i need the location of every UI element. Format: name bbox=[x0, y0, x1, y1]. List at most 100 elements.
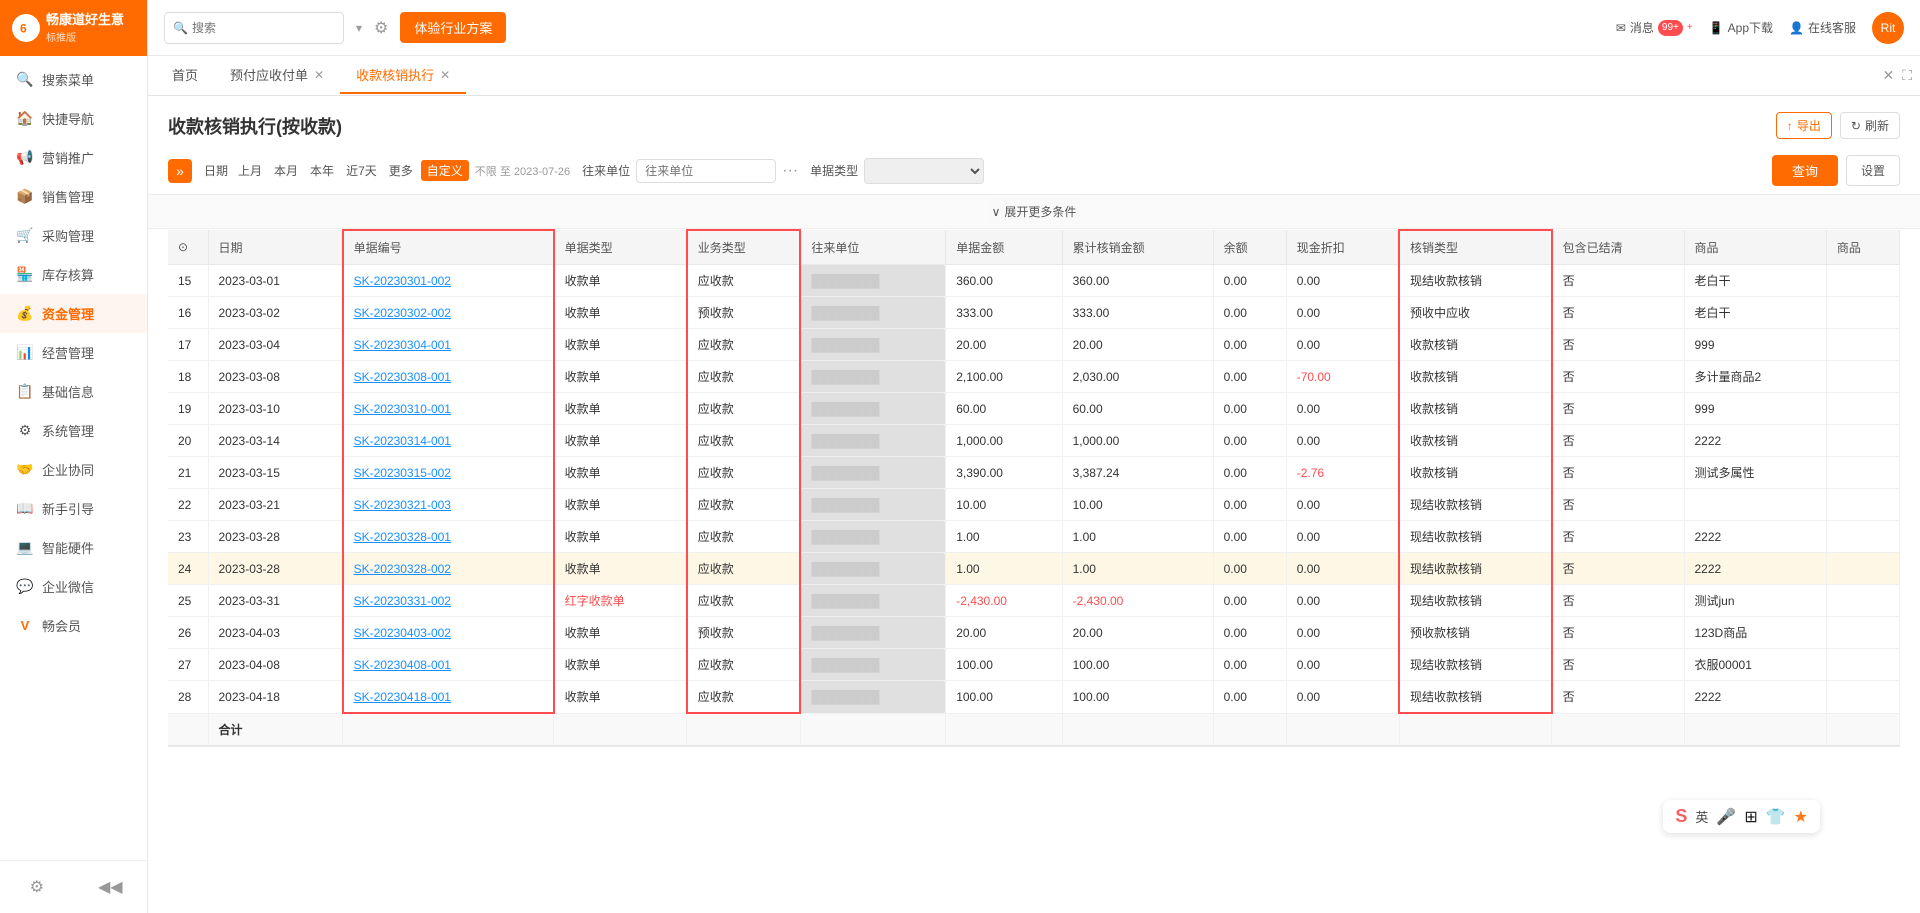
query-button[interactable]: 查询 bbox=[1772, 155, 1838, 186]
table-cell: 0.00 bbox=[1213, 617, 1286, 649]
online-service-button[interactable]: 👤 在线客服 bbox=[1789, 19, 1856, 36]
bill-no-link[interactable]: SK-20230328-002 bbox=[354, 562, 451, 576]
table-cell[interactable]: SK-20230308-001 bbox=[343, 361, 554, 393]
last-7-days-button[interactable]: 近7天 bbox=[342, 160, 381, 181]
sidebar-item-system[interactable]: ⚙ 系统管理 bbox=[0, 411, 147, 450]
table-cell[interactable]: SK-20230310-001 bbox=[343, 393, 554, 425]
page-title: 收款核销执行(按收款) bbox=[168, 113, 342, 139]
sidebar-item-inventory[interactable]: 🏪 库存核算 bbox=[0, 255, 147, 294]
close-tab-icon[interactable]: ✕ bbox=[1882, 67, 1894, 84]
col-header-cash-discount: 现金折扣 bbox=[1286, 230, 1399, 265]
sidebar-item-purchase[interactable]: 🛒 采购管理 bbox=[0, 216, 147, 255]
search-input[interactable] bbox=[192, 21, 335, 35]
table-cell: ████████ bbox=[800, 489, 945, 521]
table-cell: 应收款 bbox=[687, 425, 801, 457]
solution-button[interactable]: 体验行业方案 bbox=[400, 12, 506, 43]
table-cell: 应收款 bbox=[687, 265, 801, 297]
bill-no-link[interactable]: SK-20230308-001 bbox=[354, 370, 451, 384]
enterprise-icon: 🤝 bbox=[16, 461, 34, 479]
tab-prepay-close-icon[interactable]: ✕ bbox=[314, 68, 324, 82]
sidebar-item-member[interactable]: V 畅会员 bbox=[0, 606, 147, 645]
bill-no-link[interactable]: SK-20230302-002 bbox=[354, 306, 451, 320]
counterparty-more-icon[interactable]: ··· bbox=[782, 162, 798, 180]
refresh-button[interactable]: ↻ 刷新 bbox=[1840, 112, 1900, 139]
table-cell: 2023-03-10 bbox=[208, 393, 343, 425]
settings-icon[interactable]: ⚙ bbox=[21, 871, 53, 903]
filter-expand-button[interactable]: » bbox=[168, 159, 192, 183]
more-date-button[interactable]: 更多 bbox=[385, 160, 417, 181]
table-cell: 0.00 bbox=[1213, 329, 1286, 361]
tab-home[interactable]: 首页 bbox=[156, 57, 214, 94]
table-cell: 0.00 bbox=[1213, 681, 1286, 714]
sidebar-item-wechat[interactable]: 💬 企业微信 bbox=[0, 567, 147, 606]
sidebar-item-guide[interactable]: 📖 新手引导 bbox=[0, 489, 147, 528]
col-header-goods: 商品 bbox=[1684, 230, 1826, 265]
summary-row: 合计 bbox=[168, 713, 1900, 746]
table-cell[interactable]: SK-20230331-002 bbox=[343, 585, 554, 617]
bill-no-link[interactable]: SK-20230403-002 bbox=[354, 626, 451, 640]
table-cell: 现结收款核销 bbox=[1399, 265, 1552, 297]
table-cell[interactable]: SK-20230304-001 bbox=[343, 329, 554, 361]
sidebar-item-search[interactable]: 🔍 搜索菜单 bbox=[0, 60, 147, 99]
table-cell: 24 bbox=[168, 553, 208, 585]
last-month-button[interactable]: 上月 bbox=[234, 160, 266, 181]
sidebar-item-operation[interactable]: 📊 经营管理 bbox=[0, 333, 147, 372]
sidebar-item-quick-nav[interactable]: 🏠 快捷导航 bbox=[0, 99, 147, 138]
data-table: ⊙ 日期 单据编号 单据类型 业务类型 往来单位 单据金额 累计核销金额 余额 … bbox=[168, 229, 1900, 747]
table-cell[interactable]: SK-20230315-002 bbox=[343, 457, 554, 489]
summary-cell bbox=[343, 713, 554, 746]
table-cell: 0.00 bbox=[1213, 297, 1286, 329]
sidebar-item-capital[interactable]: 💰 资金管理 bbox=[0, 294, 147, 333]
sidebar-item-marketing[interactable]: 📢 营销推广 bbox=[0, 138, 147, 177]
messages-button[interactable]: ✉ 消息 99+ + bbox=[1616, 19, 1693, 36]
dropdown-arrow-icon[interactable]: ▾ bbox=[356, 21, 362, 35]
bill-no-link[interactable]: SK-20230418-001 bbox=[354, 690, 451, 704]
sidebar-item-basic[interactable]: 📋 基础信息 bbox=[0, 372, 147, 411]
collapse-icon[interactable]: ◀◀ bbox=[94, 871, 126, 903]
table-cell: 1.00 bbox=[946, 521, 1062, 553]
table-cell: 17 bbox=[168, 329, 208, 361]
table-cell: 2222 bbox=[1684, 681, 1826, 714]
table-cell[interactable]: SK-20230408-001 bbox=[343, 649, 554, 681]
table-cell[interactable]: SK-20230302-002 bbox=[343, 297, 554, 329]
expand-tab-icon[interactable]: ⛶ bbox=[1902, 67, 1912, 84]
counterparty-input[interactable] bbox=[636, 159, 776, 183]
this-year-button[interactable]: 本年 bbox=[306, 160, 338, 181]
setting-button[interactable]: 设置 bbox=[1846, 155, 1900, 186]
bill-no-link[interactable]: SK-20230321-003 bbox=[354, 498, 451, 512]
sidebar-item-sales[interactable]: 📦 销售管理 bbox=[0, 177, 147, 216]
table-cell: 19 bbox=[168, 393, 208, 425]
custom-date-button[interactable]: 自定义 bbox=[421, 160, 469, 181]
table-cell[interactable]: SK-20230418-001 bbox=[343, 681, 554, 714]
bill-no-link[interactable]: SK-20230310-001 bbox=[354, 402, 451, 416]
app-download-button[interactable]: 📱 App下载 bbox=[1709, 19, 1773, 36]
table-cell[interactable]: SK-20230301-002 bbox=[343, 265, 554, 297]
bill-no-link[interactable]: SK-20230408-001 bbox=[354, 658, 451, 672]
watermark-star-icon: ★ bbox=[1794, 807, 1808, 827]
tab-write-off[interactable]: 收款核销执行 ✕ bbox=[340, 57, 466, 94]
gear-icon[interactable]: ⚙ bbox=[374, 18, 388, 38]
table-cell[interactable]: SK-20230328-001 bbox=[343, 521, 554, 553]
table-cell[interactable]: SK-20230403-002 bbox=[343, 617, 554, 649]
sidebar-item-label: 经营管理 bbox=[42, 343, 94, 362]
table-cell[interactable]: SK-20230328-002 bbox=[343, 553, 554, 585]
user-avatar[interactable]: Rit bbox=[1872, 12, 1904, 44]
table-cell: 收款单 bbox=[554, 521, 687, 553]
sidebar-item-hardware[interactable]: 💻 智能硬件 bbox=[0, 528, 147, 567]
bill-no-link[interactable]: SK-20230304-001 bbox=[354, 338, 451, 352]
bill-no-link[interactable]: SK-20230301-002 bbox=[354, 274, 451, 288]
bill-no-link[interactable]: SK-20230315-002 bbox=[354, 466, 451, 480]
export-button[interactable]: ↑ 导出 bbox=[1776, 112, 1832, 139]
table-cell[interactable]: SK-20230314-001 bbox=[343, 425, 554, 457]
bill-no-link[interactable]: SK-20230314-001 bbox=[354, 434, 451, 448]
expand-more-button[interactable]: ∨ 展开更多条件 bbox=[988, 199, 1081, 224]
bill-type-select[interactable] bbox=[864, 158, 984, 184]
bill-no-link[interactable]: SK-20230331-002 bbox=[354, 594, 451, 608]
this-month-button[interactable]: 本月 bbox=[270, 160, 302, 181]
tab-prepay[interactable]: 预付应收付单 ✕ bbox=[214, 57, 340, 94]
sidebar-item-enterprise[interactable]: 🤝 企业协同 bbox=[0, 450, 147, 489]
table-cell: 2023-03-28 bbox=[208, 521, 343, 553]
bill-no-link[interactable]: SK-20230328-001 bbox=[354, 530, 451, 544]
table-cell[interactable]: SK-20230321-003 bbox=[343, 489, 554, 521]
tab-write-off-close-icon[interactable]: ✕ bbox=[440, 68, 450, 82]
